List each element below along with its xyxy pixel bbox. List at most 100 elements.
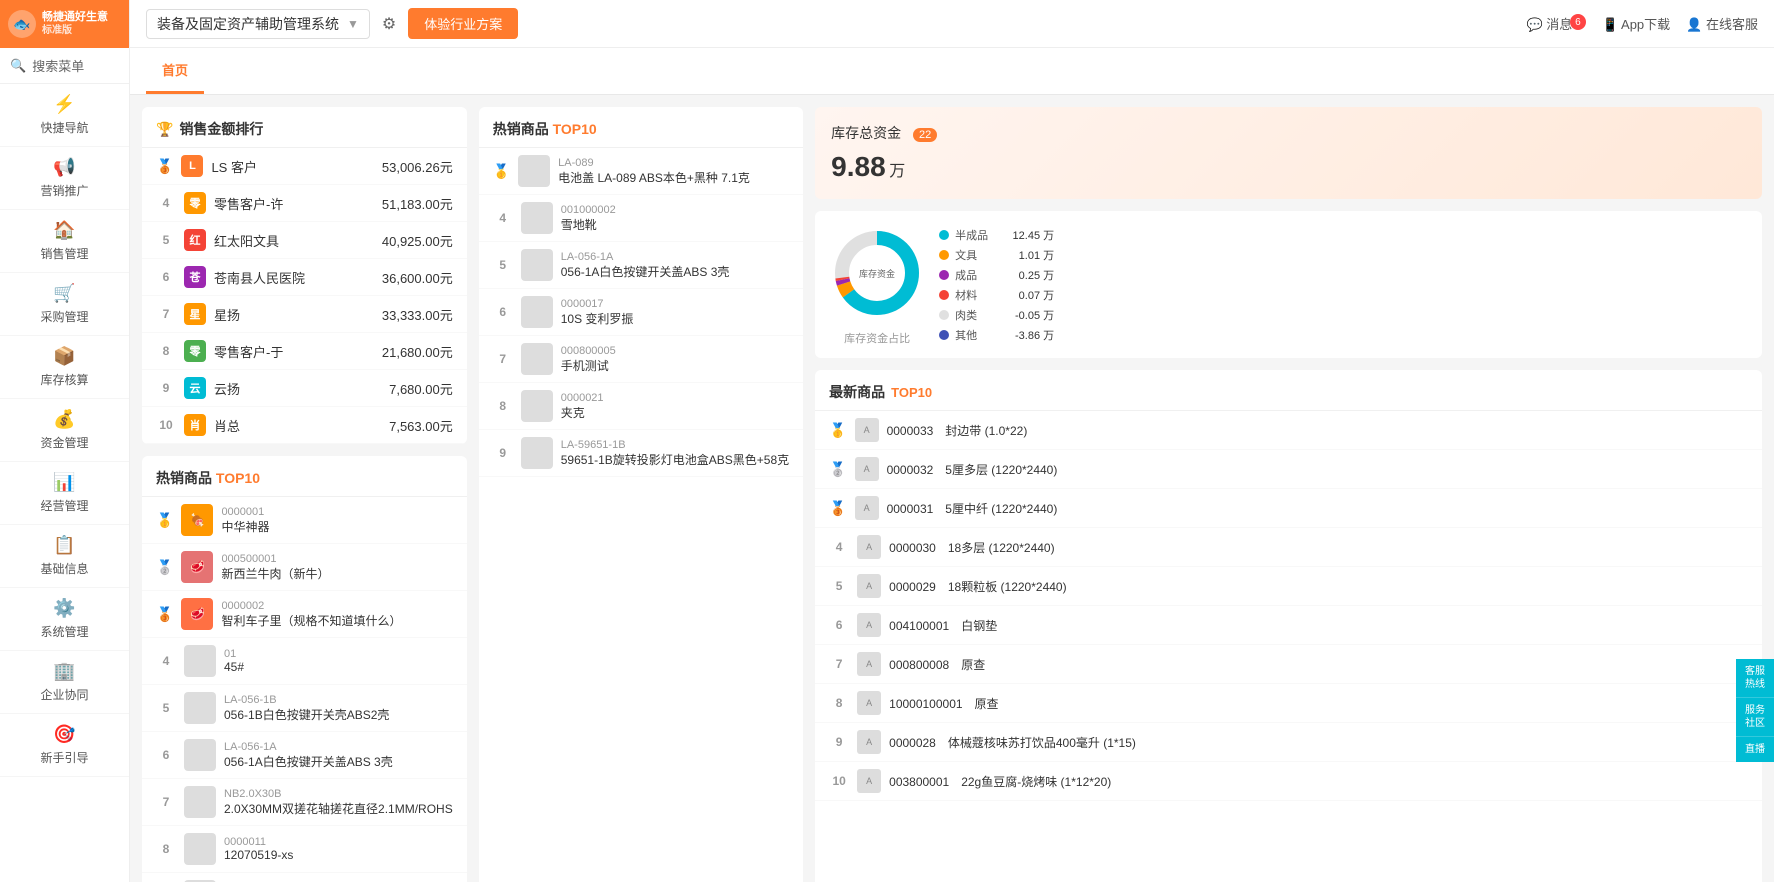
- newest-products-list: 🥇 A 0000033 封边带 (1.0*22) 🥈 A 0000032 5厘多…: [815, 411, 1762, 801]
- product-image-placeholder: [518, 155, 550, 187]
- list-item: 5 LA-056-1B 056-1B白色按键开关壳ABS2壳: [142, 685, 467, 732]
- legend-item: 其他 -3.86 万: [939, 327, 1054, 343]
- content: 🏆 销售金额排行 🥉 L LS 客户 53,006.26元: [130, 95, 1774, 882]
- list-item: 🥇 A 0000033 封边带 (1.0*22): [815, 411, 1762, 450]
- stock-chart-card: 库存资金 库存资金占比 半成品 12.45 万: [815, 211, 1762, 358]
- product-image-placeholder: A: [857, 652, 881, 676]
- svg-text:库存资金: 库存资金: [859, 268, 895, 279]
- product-image: 🍖: [181, 504, 213, 536]
- legend-dot: [939, 230, 949, 240]
- product-info: 01 45#: [224, 648, 453, 674]
- product-image-placeholder: [184, 739, 216, 771]
- sidebar-item-guide[interactable]: 🎯 新手引导: [0, 714, 129, 777]
- header-right: 💬 消息 6 📱 App下载 👤 在线客服: [1526, 14, 1758, 33]
- stock-title: 库存总资金 22: [831, 123, 1746, 143]
- table-row: 10 肖 肖总 7,563.00元: [142, 407, 467, 444]
- sidebar-item-operation[interactable]: 📊 经营管理: [0, 462, 129, 525]
- customer-service-btn[interactable]: 客服热线: [1736, 659, 1774, 698]
- system-icon: ⚙️: [53, 598, 75, 619]
- hot-products-list-right: 🥇 LA-089 电池盖 LA-089 ABS本色+黑种 7.1克 4: [479, 148, 803, 477]
- product-info: LA-089 电池盖 LA-089 ABS本色+黑种 7.1克: [558, 157, 789, 186]
- customer-name: 肖总: [214, 416, 381, 435]
- product-name: 0000029 18颗粒板 (1220*2440): [889, 578, 1748, 595]
- list-item: 9 KK-SD22110H 花语萌恒温分腿睡袋（厚款）: [142, 873, 467, 882]
- medal-bronze-icon: 🥉: [156, 158, 173, 175]
- list-item: 5 A 0000029 18颗粒板 (1220*2440): [815, 567, 1762, 606]
- customer-name: 星扬: [214, 305, 374, 324]
- medal-icon: 🥈: [156, 559, 173, 576]
- system-title: 装备及固定资产辅助管理系统: [157, 14, 339, 34]
- sidebar-item-basic-info[interactable]: 📋 基础信息: [0, 525, 129, 588]
- sidebar-item-enterprise[interactable]: 🏢 企业协同: [0, 651, 129, 714]
- app-download-btn[interactable]: 📱 App下载: [1602, 14, 1670, 33]
- product-image-placeholder: A: [855, 457, 879, 481]
- list-item: 6 0000017 10S 变利罗振: [479, 289, 803, 336]
- sales-ranking-title: 🏆 销售金额排行: [142, 107, 467, 148]
- product-image-placeholder: [184, 692, 216, 724]
- system-title-selector[interactable]: 装备及固定资产辅助管理系统 ▼: [146, 9, 370, 39]
- product-info: LA-59651-1B 59651-1B旋转投影灯电池盒ABS黑色+58克: [561, 439, 789, 468]
- product-image-placeholder: [521, 296, 553, 328]
- hot-products-right-title: 热销商品 TOP10: [479, 107, 803, 148]
- product-info: 0000021 夹克: [561, 392, 789, 421]
- search-icon: 🔍: [10, 58, 26, 74]
- sidebar-item-purchase[interactable]: 🛒 采购管理: [0, 273, 129, 336]
- trial-btn[interactable]: 体验行业方案: [408, 8, 518, 39]
- rank-amount: 21,680.00元: [382, 342, 453, 361]
- customer-name: 云扬: [214, 379, 381, 398]
- product-image-placeholder: A: [857, 535, 881, 559]
- list-item: 10 A 003800001 22g鱼豆腐-烧烤味 (1*12*20): [815, 762, 1762, 801]
- product-image-placeholder: [184, 645, 216, 677]
- message-section[interactable]: 💬 消息 6: [1526, 14, 1585, 33]
- sidebar-item-system[interactable]: ⚙️ 系统管理: [0, 588, 129, 651]
- product-name: 003800001 22g鱼豆腐-烧烤味 (1*12*20): [889, 773, 1748, 790]
- table-row: 4 零 零售客户-许 51,183.00元: [142, 185, 467, 222]
- quick-nav-icon: ⚡: [53, 94, 75, 115]
- list-item: 7 000800005 手机测试: [479, 336, 803, 383]
- sidebar-item-sales[interactable]: 🏠 销售管理: [0, 210, 129, 273]
- hot-products-title: 热销商品 TOP10: [142, 456, 467, 497]
- stock-amount: 9.88 万: [831, 151, 1746, 183]
- list-item: 4 A 0000030 18多层 (1220*2440): [815, 528, 1762, 567]
- app-logo: 🐟 畅捷通好生意 标准版: [0, 0, 129, 48]
- product-info: LA-056-1A 056-1A白色按键开关盖ABS 3壳: [224, 741, 453, 770]
- sidebar-item-finance[interactable]: 💰 资金管理: [0, 399, 129, 462]
- service-sidebar: 客服热线 服务社区 直播: [1736, 659, 1774, 762]
- medal-icon: 🥉: [156, 606, 173, 623]
- rank-badge: 红: [184, 229, 206, 251]
- community-btn[interactable]: 服务社区: [1736, 698, 1774, 737]
- medal-icon: 🥇: [493, 163, 510, 180]
- product-info: 000500001 新西兰牛肉（新牛）: [221, 553, 452, 582]
- chevron-down-icon: ▼: [347, 17, 359, 31]
- newest-products-title: 最新商品 TOP10: [815, 370, 1762, 411]
- rank-number: 5: [156, 233, 176, 247]
- product-image-placeholder: A: [855, 496, 879, 520]
- sidebar-item-quick-nav[interactable]: ⚡ 快捷导航: [0, 84, 129, 147]
- product-image: 🥩: [181, 551, 213, 583]
- customer-name: LS 客户: [211, 157, 373, 176]
- product-image: 🥩: [181, 598, 213, 630]
- list-item: 🥇 LA-089 电池盖 LA-089 ABS本色+黑种 7.1克: [479, 148, 803, 195]
- finance-icon: 💰: [53, 409, 75, 430]
- table-row: 9 云 云扬 7,680.00元: [142, 370, 467, 407]
- chart-subtitle: 库存资金占比: [827, 330, 927, 346]
- sidebar-item-marketing[interactable]: 📢 营销推广: [0, 147, 129, 210]
- header: 装备及固定资产辅助管理系统 ▼ ⚙ 体验行业方案 💬 消息 6 📱 App下载 …: [130, 0, 1774, 48]
- online-service-btn[interactable]: 👤 在线客服: [1686, 14, 1758, 33]
- medal-icon: 🥈: [829, 461, 846, 478]
- legend-dot: [939, 270, 949, 280]
- settings-icon[interactable]: ⚙: [382, 14, 396, 34]
- live-btn[interactable]: 直播: [1736, 737, 1774, 762]
- search-menu[interactable]: 🔍 搜索菜单: [0, 48, 129, 84]
- rank-amount: 33,333.00元: [382, 305, 453, 324]
- product-image-placeholder: A: [855, 418, 879, 442]
- trophy-icon: 🏆: [156, 121, 173, 138]
- rank-number: 4: [156, 196, 176, 210]
- sidebar-item-inventory[interactable]: 📦 库存核算: [0, 336, 129, 399]
- rank-amount: 40,925.00元: [382, 231, 453, 250]
- rank-badge: L: [181, 155, 203, 177]
- tab-home[interactable]: 首页: [146, 48, 204, 94]
- basic-info-icon: 📋: [53, 535, 75, 556]
- newest-products-card: 最新商品 TOP10 🥇 A 0000033 封边带 (1.0*22) 🥈 A: [815, 370, 1762, 882]
- list-item: 8 A 10000100001 原查: [815, 684, 1762, 723]
